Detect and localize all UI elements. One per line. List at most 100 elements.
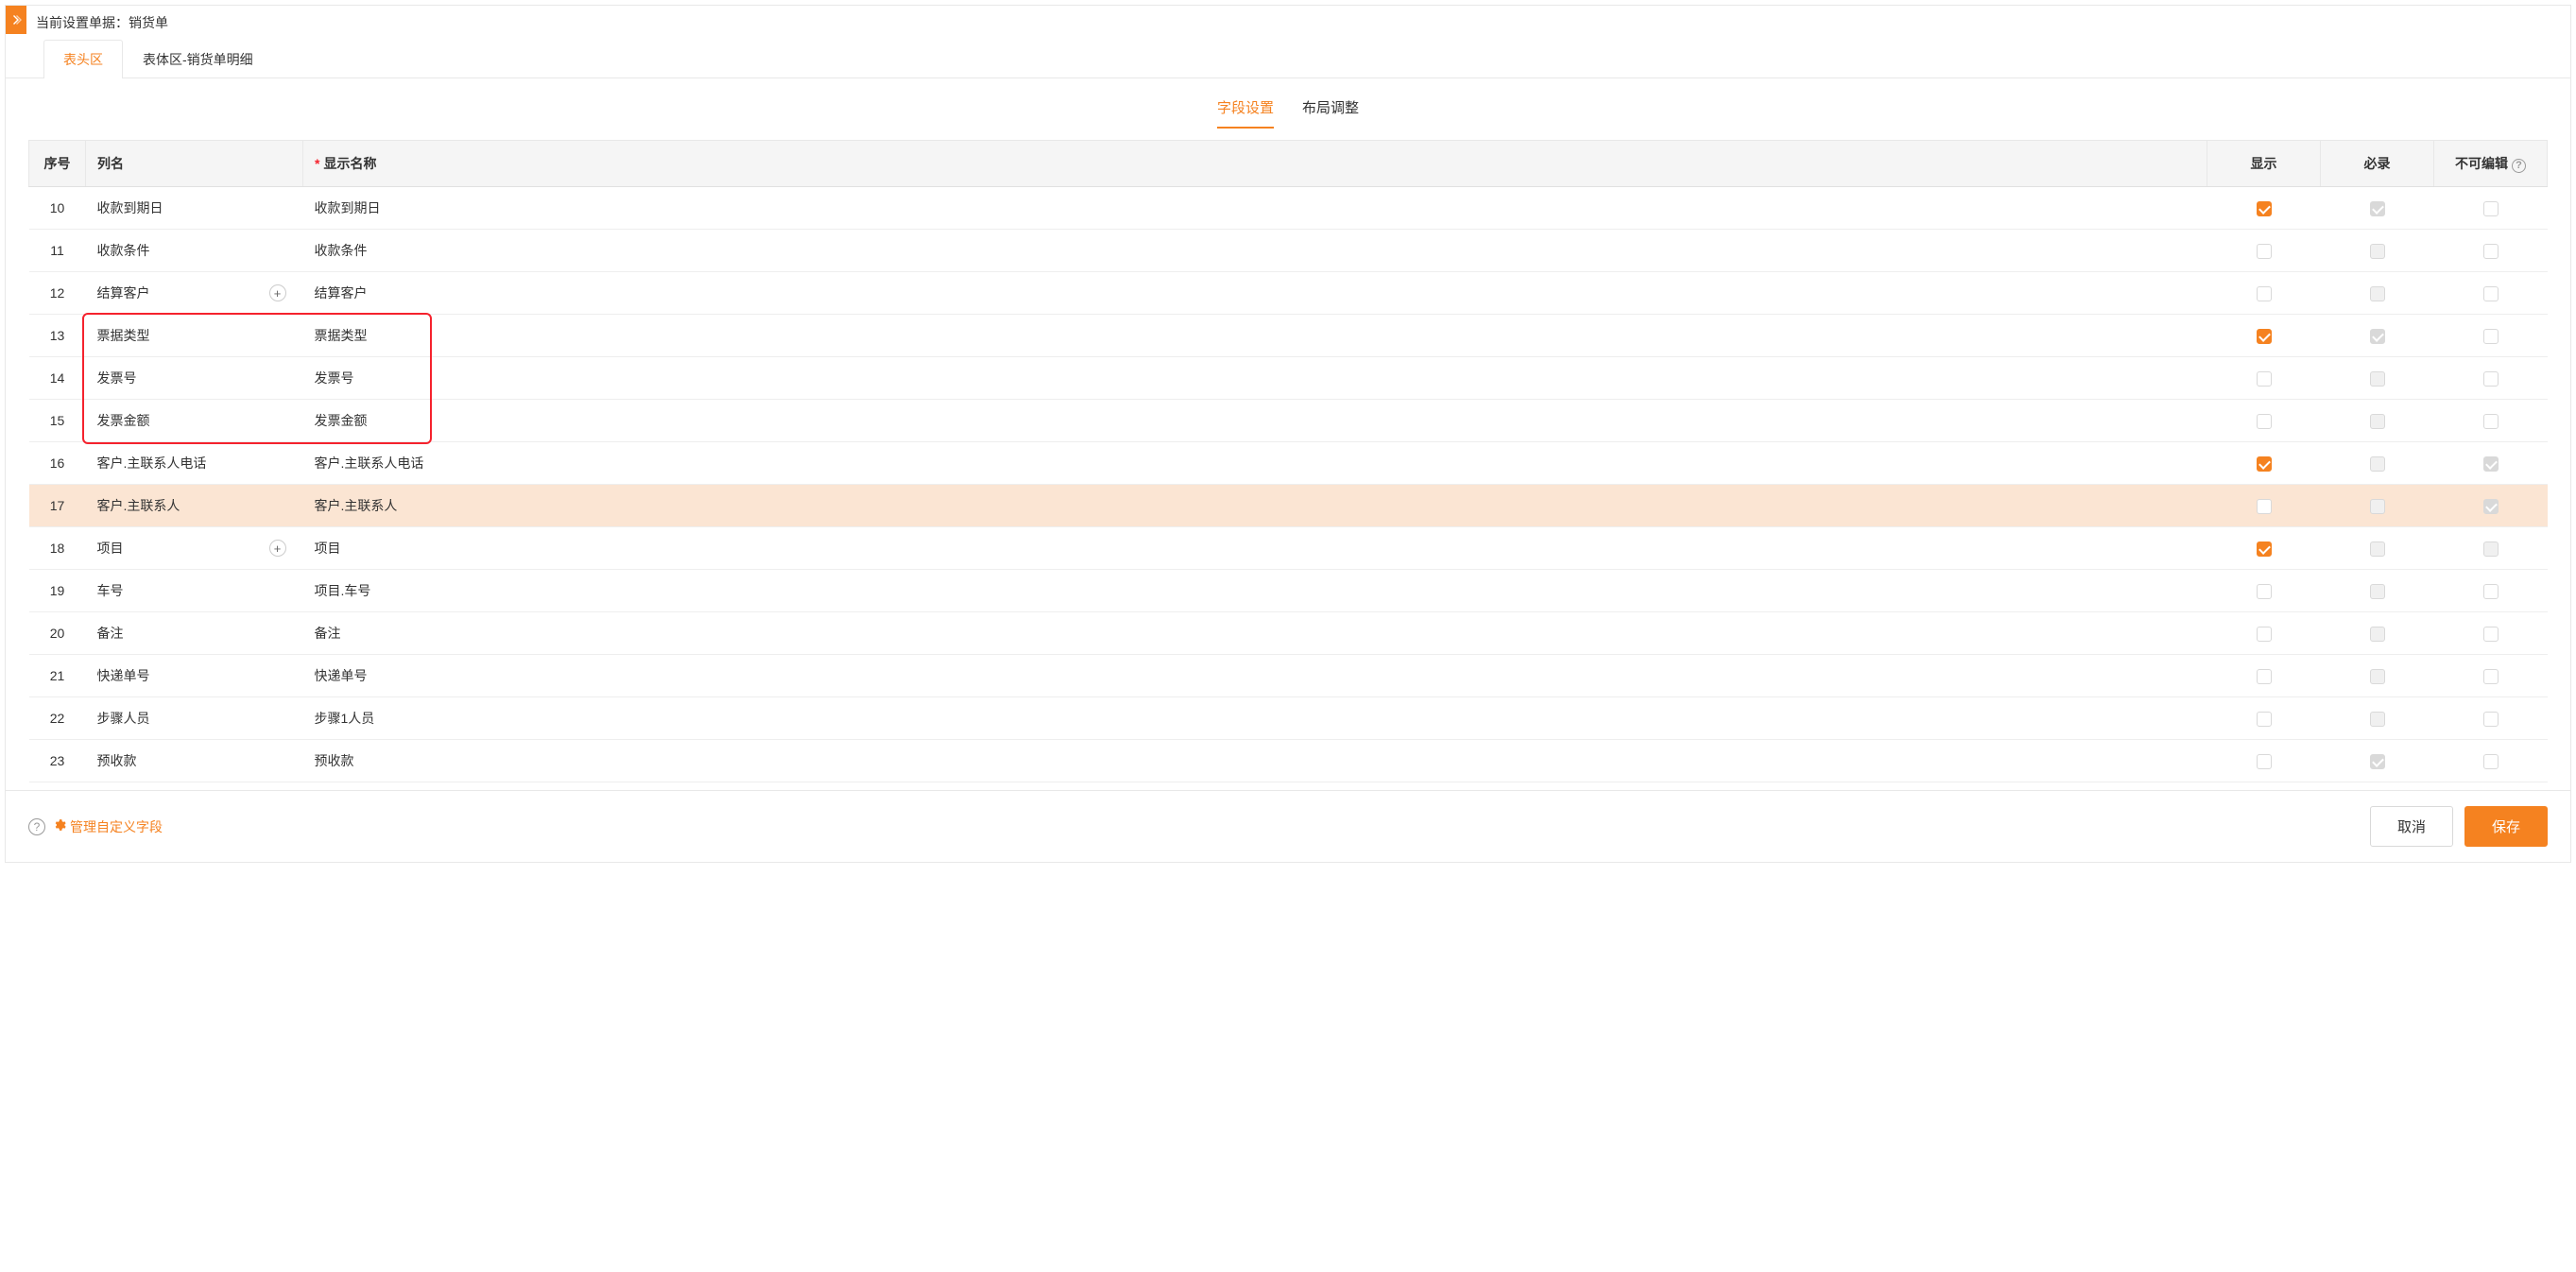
show-checkbox[interactable] xyxy=(2257,499,2272,514)
row-display-name[interactable]: 客户.主联系人 xyxy=(303,485,2207,527)
readonly-checkbox[interactable] xyxy=(2483,627,2499,642)
table-row: 18项目+项目 xyxy=(29,527,2548,570)
tab-secondary-1[interactable]: 布局调整 xyxy=(1302,97,1359,129)
row-name-cell: 快递单号 xyxy=(86,655,303,697)
readonly-checkbox[interactable] xyxy=(2483,244,2499,259)
show-checkbox[interactable] xyxy=(2257,244,2272,259)
table-row: 17客户.主联系人客户.主联系人 xyxy=(29,485,2548,527)
row-name: 备注 xyxy=(97,624,124,643)
row-seq: 17 xyxy=(29,485,86,527)
show-checkbox[interactable] xyxy=(2257,541,2272,557)
show-checkbox[interactable] xyxy=(2257,414,2272,429)
show-checkbox[interactable] xyxy=(2257,669,2272,684)
row-display-name[interactable]: 客户.主联系人电话 xyxy=(303,442,2207,485)
row-display-name[interactable]: 发票金额 xyxy=(303,400,2207,442)
plus-icon[interactable]: + xyxy=(269,540,286,557)
row-display-name[interactable]: 项目.车号 xyxy=(303,570,2207,612)
show-checkbox[interactable] xyxy=(2257,456,2272,472)
manage-custom-fields-link[interactable]: 管理自定义字段 xyxy=(53,817,163,836)
readonly-checkbox[interactable] xyxy=(2483,754,2499,769)
required-checkbox xyxy=(2370,201,2385,216)
row-seq: 15 xyxy=(29,400,86,442)
readonly-checkbox[interactable] xyxy=(2483,201,2499,216)
readonly-checkbox xyxy=(2483,456,2499,472)
row-name: 发票金额 xyxy=(97,411,150,430)
row-display-name[interactable]: 收款到期日 xyxy=(303,187,2207,230)
required-checkbox xyxy=(2370,499,2385,514)
show-checkbox[interactable] xyxy=(2257,584,2272,599)
row-name-cell: 预收款 xyxy=(86,740,303,782)
show-checkbox[interactable] xyxy=(2257,627,2272,642)
show-checkbox-cell xyxy=(2207,272,2321,315)
row-display-name[interactable]: 项目 xyxy=(303,527,2207,570)
header-value: 销货单 xyxy=(129,15,168,30)
tab-secondary-0[interactable]: 字段设置 xyxy=(1217,97,1274,129)
help-icon[interactable]: ? xyxy=(2512,159,2526,173)
readonly-checkbox[interactable] xyxy=(2483,584,2499,599)
sidebar-toggle-button[interactable] xyxy=(6,6,26,34)
show-checkbox-cell xyxy=(2207,400,2321,442)
row-seq: 14 xyxy=(29,357,86,400)
required-checkbox-cell xyxy=(2321,570,2434,612)
row-display-name[interactable]: 步骤1人员 xyxy=(303,697,2207,740)
required-checkbox xyxy=(2370,584,2385,599)
show-checkbox[interactable] xyxy=(2257,286,2272,301)
show-checkbox-cell xyxy=(2207,485,2321,527)
row-name: 客户.主联系人电话 xyxy=(97,454,207,473)
plus-icon[interactable]: + xyxy=(269,284,286,301)
required-checkbox xyxy=(2370,456,2385,472)
readonly-checkbox[interactable] xyxy=(2483,329,2499,344)
cancel-button[interactable]: 取消 xyxy=(2370,806,2453,847)
row-name-cell: 项目+ xyxy=(86,527,303,570)
col-header-required: 必录 xyxy=(2321,141,2434,187)
readonly-checkbox[interactable] xyxy=(2483,414,2499,429)
readonly-checkbox xyxy=(2483,499,2499,514)
row-display-name[interactable]: 收款条件 xyxy=(303,230,2207,272)
required-checkbox xyxy=(2370,541,2385,557)
show-checkbox[interactable] xyxy=(2257,712,2272,727)
row-display-name[interactable]: 预收款 xyxy=(303,740,2207,782)
required-asterisk: * xyxy=(315,156,319,171)
readonly-checkbox[interactable] xyxy=(2483,669,2499,684)
row-name-cell: 车号 xyxy=(86,570,303,612)
readonly-checkbox-cell xyxy=(2434,570,2548,612)
row-display-name[interactable]: 票据类型 xyxy=(303,315,2207,357)
required-checkbox-cell xyxy=(2321,527,2434,570)
show-checkbox-cell xyxy=(2207,187,2321,230)
readonly-checkbox-cell xyxy=(2434,187,2548,230)
row-display-name[interactable]: 备注 xyxy=(303,612,2207,655)
help-button[interactable]: ? xyxy=(28,818,45,835)
table-row: 15 发票金额 发票金额 xyxy=(29,400,2548,442)
show-checkbox-cell xyxy=(2207,230,2321,272)
required-checkbox-cell xyxy=(2321,442,2434,485)
show-checkbox-cell xyxy=(2207,315,2321,357)
col-header-name: 列名 xyxy=(86,141,303,187)
readonly-checkbox[interactable] xyxy=(2483,712,2499,727)
show-checkbox[interactable] xyxy=(2257,754,2272,769)
row-name-cell: 客户.主联系人电话 xyxy=(86,442,303,485)
tab-primary-1[interactable]: 表体区-销货单明细 xyxy=(123,40,273,78)
row-name-cell: 收款到期日 xyxy=(86,187,303,230)
secondary-tabs: 字段设置布局调整 xyxy=(6,78,2570,140)
show-checkbox-cell xyxy=(2207,612,2321,655)
tab-primary-0[interactable]: 表头区 xyxy=(43,40,123,78)
table-row: 19车号项目.车号 xyxy=(29,570,2548,612)
show-checkbox[interactable] xyxy=(2257,201,2272,216)
col-header-show: 显示 xyxy=(2207,141,2321,187)
readonly-checkbox-cell xyxy=(2434,655,2548,697)
show-checkbox[interactable] xyxy=(2257,329,2272,344)
row-name: 收款条件 xyxy=(97,241,150,260)
show-checkbox[interactable] xyxy=(2257,371,2272,387)
table-row: 16客户.主联系人电话客户.主联系人电话 xyxy=(29,442,2548,485)
readonly-checkbox[interactable] xyxy=(2483,286,2499,301)
row-display-name[interactable]: 快递单号 xyxy=(303,655,2207,697)
row-display-name[interactable]: 发票号 xyxy=(303,357,2207,400)
readonly-checkbox xyxy=(2483,541,2499,557)
table-row: 21快递单号快递单号 xyxy=(29,655,2548,697)
save-button[interactable]: 保存 xyxy=(2464,806,2548,847)
row-name: 预收款 xyxy=(97,751,137,770)
required-checkbox-cell xyxy=(2321,485,2434,527)
row-seq: 23 xyxy=(29,740,86,782)
row-display-name[interactable]: 结算客户 xyxy=(303,272,2207,315)
readonly-checkbox[interactable] xyxy=(2483,371,2499,387)
